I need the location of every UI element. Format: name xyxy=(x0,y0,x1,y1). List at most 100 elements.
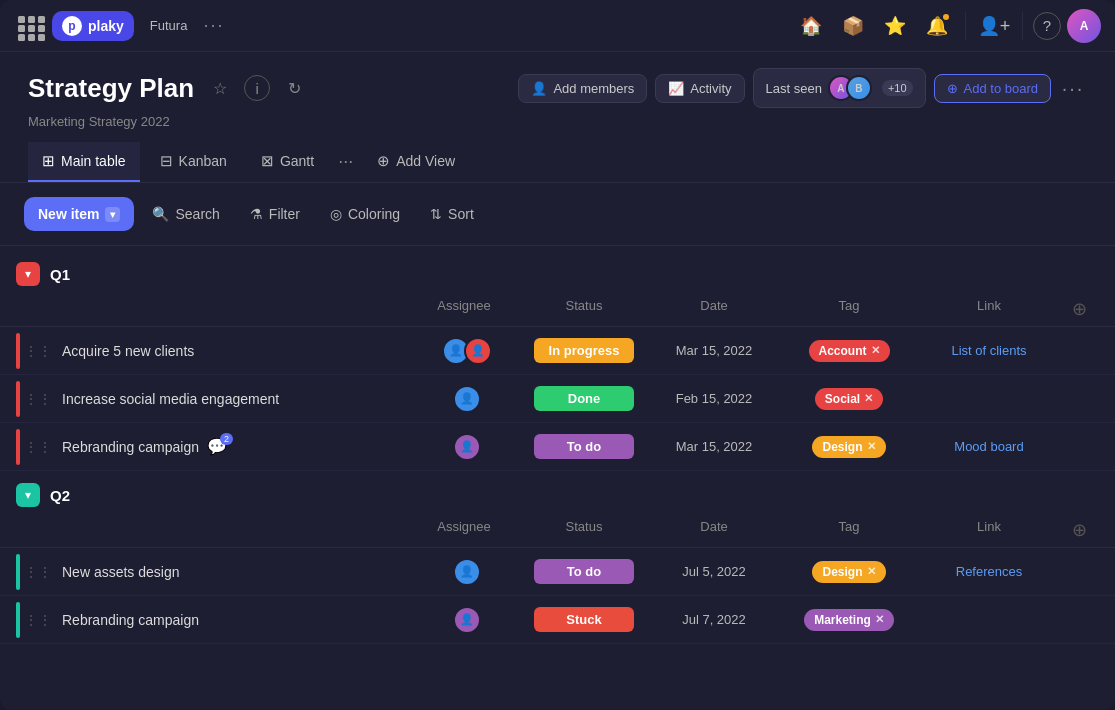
tag-label: Design xyxy=(822,565,862,579)
tab-kanban[interactable]: ⊟ Kanban xyxy=(146,142,241,182)
favorite-icon[interactable]: ☆ xyxy=(206,74,234,102)
tag-remove-icon[interactable]: ✕ xyxy=(867,565,876,578)
logo-badge[interactable]: p plaky xyxy=(52,11,134,41)
title-actions: ☆ i ↻ xyxy=(206,74,308,102)
link-text[interactable]: References xyxy=(956,564,1022,579)
assignee-cell[interactable]: 👤 xyxy=(409,433,519,461)
tag-cell[interactable]: Social ✕ xyxy=(779,388,919,410)
add-to-board-label: Add to board xyxy=(964,81,1038,96)
sort-label: Sort xyxy=(448,206,474,222)
tag-cell[interactable]: Marketing ✕ xyxy=(779,609,919,631)
kanban-tab-label: Kanban xyxy=(179,153,227,169)
main-table-tab-icon: ⊞ xyxy=(42,152,55,170)
add-to-board-button[interactable]: ⊕ Add to board xyxy=(934,74,1051,103)
status-cell[interactable]: Done xyxy=(519,386,649,411)
q1-table-header: Assignee Status Date Tag Link ⊕ xyxy=(0,292,1115,327)
tag-remove-icon[interactable]: ✕ xyxy=(864,392,873,405)
filter-label: Filter xyxy=(269,206,300,222)
group-q1-chevron[interactable]: ▾ xyxy=(16,262,40,286)
drag-handle[interactable]: ⋮⋮ xyxy=(16,343,52,359)
date-cell: Mar 15, 2022 xyxy=(649,343,779,358)
row-name-rebranding: Rebranding campaign 💬 2 xyxy=(52,437,409,456)
logo-icon: p xyxy=(62,16,82,36)
link-text[interactable]: Mood board xyxy=(954,439,1023,454)
tag-remove-icon[interactable]: ✕ xyxy=(867,440,876,453)
add-column-button-q1[interactable]: ⊕ xyxy=(1059,298,1099,320)
row-indicator xyxy=(16,381,20,417)
toolbar: New item ▾ 🔍 Search ⚗ Filter ◎ Coloring … xyxy=(0,183,1115,246)
filter-button[interactable]: ⚗ Filter xyxy=(238,198,312,230)
drag-handle[interactable]: ⋮⋮ xyxy=(16,564,52,580)
new-item-chevron[interactable]: ▾ xyxy=(105,207,120,222)
grid-menu-icon[interactable] xyxy=(14,12,42,40)
assignee-cell[interactable]: 👤 xyxy=(409,558,519,586)
notifications-icon[interactable]: 🔔 xyxy=(919,8,955,44)
refresh-icon[interactable]: ↻ xyxy=(280,74,308,102)
workspace-more-button[interactable]: ··· xyxy=(203,15,224,36)
tab-gantt[interactable]: ⊠ Gantt xyxy=(247,142,328,182)
tag-cell[interactable]: Account ✕ xyxy=(779,340,919,362)
link-text[interactable]: List of clients xyxy=(951,343,1026,358)
search-button[interactable]: 🔍 Search xyxy=(140,198,231,230)
last-seen-label: Last seen xyxy=(766,81,822,96)
status-badge: Done xyxy=(534,386,634,411)
drag-handle[interactable]: ⋮⋮ xyxy=(16,612,52,628)
assignee-cell[interactable]: 👤 xyxy=(409,606,519,634)
row-name-rebranding-q2: Rebranding campaign xyxy=(52,612,409,628)
more-options-icon[interactable]: ··· xyxy=(1059,74,1087,102)
status-cell[interactable]: In progress xyxy=(519,338,649,363)
status-cell[interactable]: Stuck xyxy=(519,607,649,632)
status-cell[interactable]: To do xyxy=(519,434,649,459)
tag-badge: Account ✕ xyxy=(809,340,890,362)
help-icon[interactable]: ? xyxy=(1033,12,1061,40)
sort-button[interactable]: ⇅ Sort xyxy=(418,198,486,230)
avatar-2: B xyxy=(846,75,872,101)
row-indicator xyxy=(16,602,20,638)
info-icon[interactable]: i xyxy=(244,75,270,101)
tab-main-table[interactable]: ⊞ Main table xyxy=(28,142,140,182)
search-icon: 🔍 xyxy=(152,206,169,222)
col-name-q2 xyxy=(52,519,409,541)
link-cell[interactable]: List of clients xyxy=(919,343,1059,358)
add-column-button-q2[interactable]: ⊕ xyxy=(1059,519,1099,541)
col-date: Date xyxy=(649,298,779,320)
tag-remove-icon[interactable]: ✕ xyxy=(871,344,880,357)
tag-cell[interactable]: Design ✕ xyxy=(779,436,919,458)
col-assignee: Assignee xyxy=(409,298,519,320)
status-cell[interactable]: To do xyxy=(519,559,649,584)
add-member-nav-icon[interactable]: 👤+ xyxy=(976,8,1012,44)
user-avatar[interactable]: A xyxy=(1067,9,1101,43)
link-cell[interactable]: Mood board xyxy=(919,439,1059,454)
comment-badge-wrapper[interactable]: 💬 2 xyxy=(207,437,227,456)
drag-handle[interactable]: ⋮⋮ xyxy=(16,391,52,407)
workspace-name[interactable]: Futura xyxy=(144,18,194,33)
tag-remove-icon[interactable]: ✕ xyxy=(875,613,884,626)
assignee-cell[interactable]: 👤 xyxy=(409,385,519,413)
group-q2-chevron[interactable]: ▾ xyxy=(16,483,40,507)
table-row: ⋮⋮ Acquire 5 new clients 👤 👤 In progress… xyxy=(0,327,1115,375)
tabs-more-button[interactable]: ··· xyxy=(334,141,357,182)
notification-dot xyxy=(941,12,951,22)
group-q1: ▾ Q1 Assignee Status Date Tag Link ⊕ ⋮⋮ … xyxy=(0,256,1115,471)
add-to-board-icon: ⊕ xyxy=(947,81,958,96)
link-cell[interactable]: References xyxy=(919,564,1059,579)
coloring-button[interactable]: ◎ Coloring xyxy=(318,198,412,230)
home-icon[interactable]: 🏠 xyxy=(793,8,829,44)
tag-cell[interactable]: Design ✕ xyxy=(779,561,919,583)
last-seen-section[interactable]: Last seen A B +10 xyxy=(753,68,926,108)
box-icon[interactable]: 📦 xyxy=(835,8,871,44)
filter-icon: ⚗ xyxy=(250,206,263,222)
tab-add-view[interactable]: ⊕ Add View xyxy=(363,142,469,182)
add-members-button[interactable]: 👤 Add members xyxy=(518,74,647,103)
row-name-text: Rebranding campaign xyxy=(62,439,199,455)
tag-badge: Design ✕ xyxy=(812,436,885,458)
assignee-cell[interactable]: 👤 👤 xyxy=(409,337,519,365)
new-item-button[interactable]: New item ▾ xyxy=(24,197,134,231)
drag-handle[interactable]: ⋮⋮ xyxy=(16,439,52,455)
star-icon[interactable]: ⭐ xyxy=(877,8,913,44)
col-drag xyxy=(16,298,52,320)
add-members-label: Add members xyxy=(553,81,634,96)
activity-button[interactable]: 📈 Activity xyxy=(655,74,744,103)
status-badge: To do xyxy=(534,434,634,459)
main-content: ▾ Q1 Assignee Status Date Tag Link ⊕ ⋮⋮ … xyxy=(0,246,1115,710)
